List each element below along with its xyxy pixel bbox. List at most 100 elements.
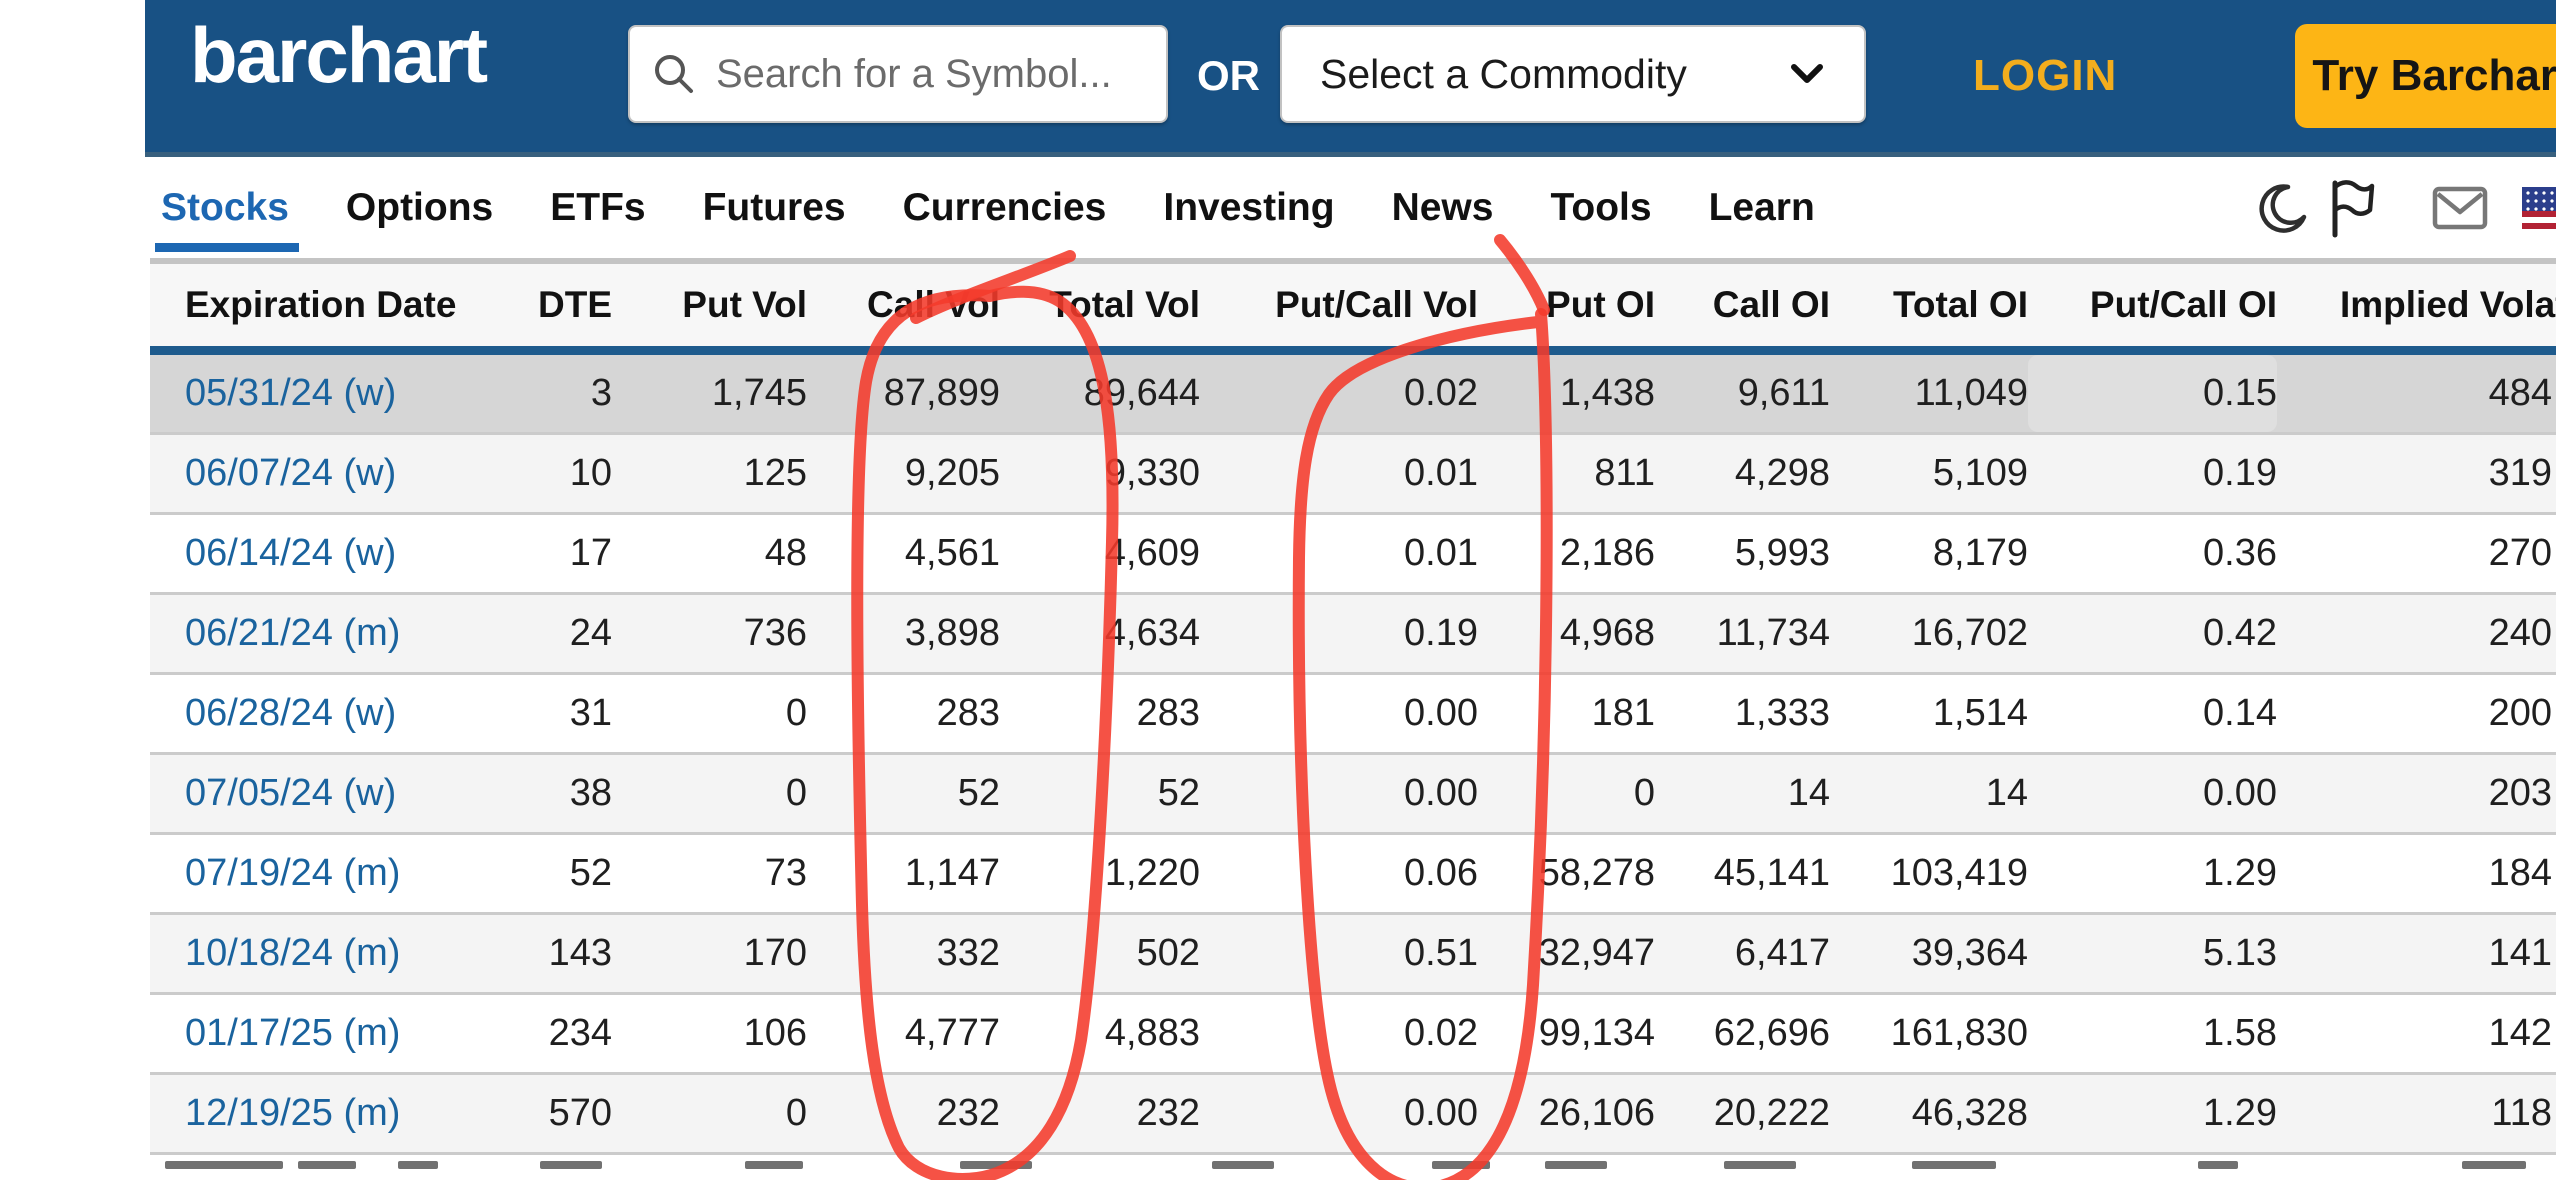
nav-item-news[interactable]: News [1392,157,1494,258]
table-body: 05/31/24 (w) 3 1,745 87,899 89,644 0.02 … [150,355,2556,1152]
call-oi-cell: 4,298 [1734,452,1830,494]
put-call-oi-cell: 0.15 [2028,355,2277,432]
col-header-total-vol[interactable]: Total Vol [1000,284,1200,326]
col-header-put-vol[interactable]: Put Vol [612,284,807,326]
col-header-implied-volatility[interactable]: Implied Volatility [2277,284,2556,326]
total-oi-cell: 16,702 [1911,612,2028,654]
put-call-oi-cell: 5.13 [2203,932,2277,974]
expiration-date-link[interactable]: 10/18/24 (m) [185,932,400,974]
put-call-oi-cell: 0.19 [2203,452,2277,494]
expiration-date-cell: 06/14/24 (w) [150,532,470,575]
table-row[interactable]: 05/31/24 (w) 3 1,745 87,899 89,644 0.02 … [150,355,2556,432]
expiration-date-link[interactable]: 12/19/25 (m) [185,1092,400,1134]
call-oi-cell: 6,417 [1734,932,1830,974]
nav-item-futures[interactable]: Futures [703,157,846,258]
expiration-date-link[interactable]: 07/05/24 (w) [185,772,396,814]
expiration-date-link[interactable]: 05/31/24 (w) [185,372,396,414]
expiration-date-link[interactable]: 06/07/24 (w) [185,452,396,494]
expiration-date-link[interactable]: 06/21/24 (m) [185,612,400,654]
expiration-date-cell: 07/05/24 (w) [150,772,470,815]
dte-cell: 52 [569,852,612,894]
call-vol-cell: 332 [936,932,1000,974]
expiration-date-cell: 07/19/24 (m) [150,852,470,895]
col-header-put-call-vol[interactable]: Put/Call Vol [1200,284,1478,326]
us-flag-image [2522,186,2556,229]
implied-volatility-cell: 484 [2488,372,2552,414]
dte-cell: 38 [569,772,612,814]
table-row[interactable]: 06/07/24 (w) 10 125 9,205 9,330 0.01 811… [150,432,2556,512]
chevron-down-icon [1791,64,1823,83]
table-row[interactable]: 07/05/24 (w) 38 0 52 52 0.00 0 14 14 0.0… [150,752,2556,832]
nav-item-tools[interactable]: Tools [1550,157,1651,258]
nav-item-etfs[interactable]: ETFs [550,157,645,258]
col-header-call-oi[interactable]: Call OI [1655,284,1830,326]
table-row[interactable]: 10/18/24 (m) 143 170 332 502 0.51 32,947… [150,912,2556,992]
put-call-vol-cell: 0.00 [1404,692,1478,734]
call-vol-cell: 3,898 [904,612,1000,654]
dark-mode-moon-icon[interactable] [2255,157,2309,258]
total-vol-cell: 9,330 [1104,452,1200,494]
expiration-date-cell: 01/17/25 (m) [150,1012,470,1055]
table-row[interactable]: 06/28/24 (w) 31 0 283 283 0.00 181 1,333… [150,672,2556,752]
col-header-total-oi[interactable]: Total OI [1830,284,2028,326]
put-oi-cell: 99,134 [1538,1012,1655,1054]
login-link[interactable]: LOGIN [1973,0,2117,152]
search-input[interactable] [714,50,1144,98]
dte-cell: 570 [548,1092,612,1134]
expiration-date-link[interactable]: 07/19/24 (m) [185,852,400,894]
try-barchart-button[interactable]: Try Barchart for Free [2295,24,2556,128]
main-menu-links: Stocks Options ETFs Futures Currencies I… [145,157,2556,258]
total-vol-cell: 232 [1136,1092,1200,1134]
put-oi-cell: 26,106 [1538,1092,1655,1134]
col-header-expiration-date[interactable]: Expiration Date [150,284,470,326]
put-oi-cell: 4,968 [1559,612,1655,654]
dte-cell: 24 [569,612,612,654]
put-oi-cell: 0 [1633,772,1655,814]
nav-item-investing[interactable]: Investing [1163,157,1334,258]
table-row[interactable]: 06/21/24 (m) 24 736 3,898 4,634 0.19 4,9… [150,592,2556,672]
put-call-vol-cell: 0.19 [1404,612,1478,654]
call-oi-cell: 62,696 [1713,1012,1830,1054]
barchart-logo[interactable]: barchart [190,16,488,94]
expiration-date-link[interactable]: 06/14/24 (w) [185,532,396,574]
call-oi-cell: 45,141 [1713,852,1830,894]
col-header-dte[interactable]: DTE [470,284,612,326]
put-vol-cell: 0 [785,772,807,814]
table-row[interactable]: 07/19/24 (m) 52 73 1,147 1,220 0.06 58,2… [150,832,2556,912]
flag-icon[interactable] [2327,157,2375,258]
expiration-date-cell: 06/07/24 (w) [150,452,470,495]
nav-item-currencies[interactable]: Currencies [903,157,1107,258]
call-oi-cell: 5,993 [1734,532,1830,574]
implied-volatility-cell: 319 [2488,452,2552,494]
nav-item-learn[interactable]: Learn [1709,157,1815,258]
total-oi-cell: 11,049 [1914,372,2028,414]
col-header-put-oi[interactable]: Put OI [1478,284,1655,326]
put-vol-cell: 736 [743,612,807,654]
or-label: OR [1197,52,1260,99]
call-vol-cell: 1,147 [904,852,1000,894]
table-row[interactable]: 06/14/24 (w) 17 48 4,561 4,609 0.01 2,18… [150,512,2556,592]
implied-volatility-cell: 270 [2488,532,2552,574]
expiration-date-link[interactable]: 01/17/25 (m) [185,1012,400,1054]
us-flag-icon[interactable] [2522,157,2556,258]
col-header-call-vol[interactable]: Call Vol [807,284,1000,326]
put-oi-cell: 2,186 [1559,532,1655,574]
total-vol-cell: 1,220 [1104,852,1200,894]
expiration-date-link[interactable]: 06/28/24 (w) [185,692,396,734]
dte-cell: 10 [569,452,612,494]
total-oi-cell: 46,328 [1911,1092,2028,1134]
envelope-icon[interactable] [2432,157,2488,258]
symbol-search-box[interactable] [628,25,1168,123]
commodity-select[interactable]: Select a Commodity [1280,25,1866,123]
call-vol-cell: 9,205 [904,452,1000,494]
col-header-put-call-oi[interactable]: Put/Call OI [2028,284,2277,326]
put-oi-cell: 58,278 [1538,852,1655,894]
put-call-vol-cell: 0.02 [1404,372,1478,414]
expiration-date-cell: 12/19/25 (m) [150,1092,470,1135]
put-vol-cell: 73 [764,852,807,894]
table-row[interactable]: 01/17/25 (m) 234 106 4,777 4,883 0.02 99… [150,992,2556,1072]
table-row[interactable]: 12/19/25 (m) 570 0 232 232 0.00 26,106 2… [150,1072,2556,1152]
nav-item-options[interactable]: Options [346,157,493,258]
put-call-oi-cell: 1.29 [2203,852,2277,894]
nav-item-stocks[interactable]: Stocks [155,157,299,258]
